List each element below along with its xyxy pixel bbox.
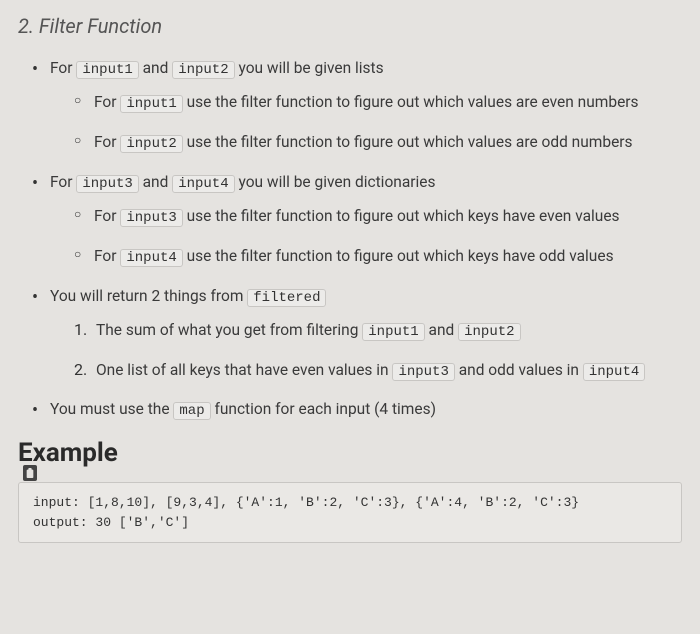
- sub-bullet-1: For input1 use the filter function to fi…: [74, 89, 682, 115]
- code-input4: input4: [583, 363, 645, 381]
- main-list: For input1 and input2 you will be given …: [18, 56, 682, 422]
- code-map: map: [173, 402, 210, 420]
- text: The sum of what you get from filtering: [96, 321, 362, 339]
- text: For: [50, 173, 76, 191]
- sub-list: For input1 use the filter function to fi…: [50, 89, 682, 156]
- code-block-wrap: input: [1,8,10], [9,3,4], {'A':1, 'B':2,…: [18, 482, 682, 543]
- example-heading: Example: [18, 438, 682, 468]
- code-input1: input1: [120, 95, 182, 113]
- section-title: 2. Filter Function: [18, 14, 682, 38]
- code-input3: input3: [120, 209, 182, 227]
- text: For: [94, 93, 120, 111]
- code-input2: input2: [172, 61, 234, 79]
- ordered-list: The sum of what you get from filtering i…: [50, 317, 682, 384]
- text: One list of all keys that have even valu…: [96, 361, 392, 379]
- ord-item-2: One list of all keys that have even valu…: [74, 357, 682, 383]
- text: You will return 2 things from: [50, 287, 247, 305]
- text: you will be given dictionaries: [235, 173, 436, 191]
- code-input1: input1: [76, 61, 138, 79]
- text: and: [139, 59, 172, 77]
- clipboard-icon[interactable]: [23, 465, 37, 481]
- code-input3: input3: [76, 175, 138, 193]
- code-input3: input3: [392, 363, 454, 381]
- text: use the filter function to figure out wh…: [183, 207, 620, 225]
- text: For: [94, 133, 120, 151]
- code-input2: input2: [458, 323, 520, 341]
- text: use the filter function to figure out wh…: [183, 93, 639, 111]
- code-input4: input4: [120, 249, 182, 267]
- text: use the filter function to figure out wh…: [183, 247, 614, 265]
- code-input1: input1: [362, 323, 424, 341]
- sub-bullet-2: For input2 use the filter function to fi…: [74, 129, 682, 155]
- code-block: input: [1,8,10], [9,3,4], {'A':1, 'B':2,…: [33, 493, 667, 532]
- code-input2: input2: [120, 135, 182, 153]
- text: For: [94, 207, 120, 225]
- text: and: [425, 321, 458, 339]
- text: use the filter function to figure out wh…: [183, 133, 633, 151]
- text: and odd values in: [455, 361, 583, 379]
- text: For: [94, 247, 120, 265]
- bullet-item-4: You must use the map function for each i…: [32, 397, 682, 422]
- code-input4: input4: [172, 175, 234, 193]
- bullet-item-2: For input3 and input4 you will be given …: [32, 170, 682, 270]
- bullet-item-3: You will return 2 things from filtered T…: [32, 284, 682, 384]
- ord-item-1: The sum of what you get from filtering i…: [74, 317, 682, 343]
- text: function for each input (4 times): [211, 400, 436, 418]
- code-filtered: filtered: [247, 289, 326, 307]
- text: and: [139, 173, 172, 191]
- sub-bullet-1: For input3 use the filter function to fi…: [74, 203, 682, 229]
- sub-bullet-2: For input4 use the filter function to fi…: [74, 243, 682, 269]
- bullet-item-1: For input1 and input2 you will be given …: [32, 56, 682, 156]
- text: you will be given lists: [235, 59, 384, 77]
- text: For: [50, 59, 76, 77]
- text: You must use the: [50, 400, 173, 418]
- sub-list: For input3 use the filter function to fi…: [50, 203, 682, 270]
